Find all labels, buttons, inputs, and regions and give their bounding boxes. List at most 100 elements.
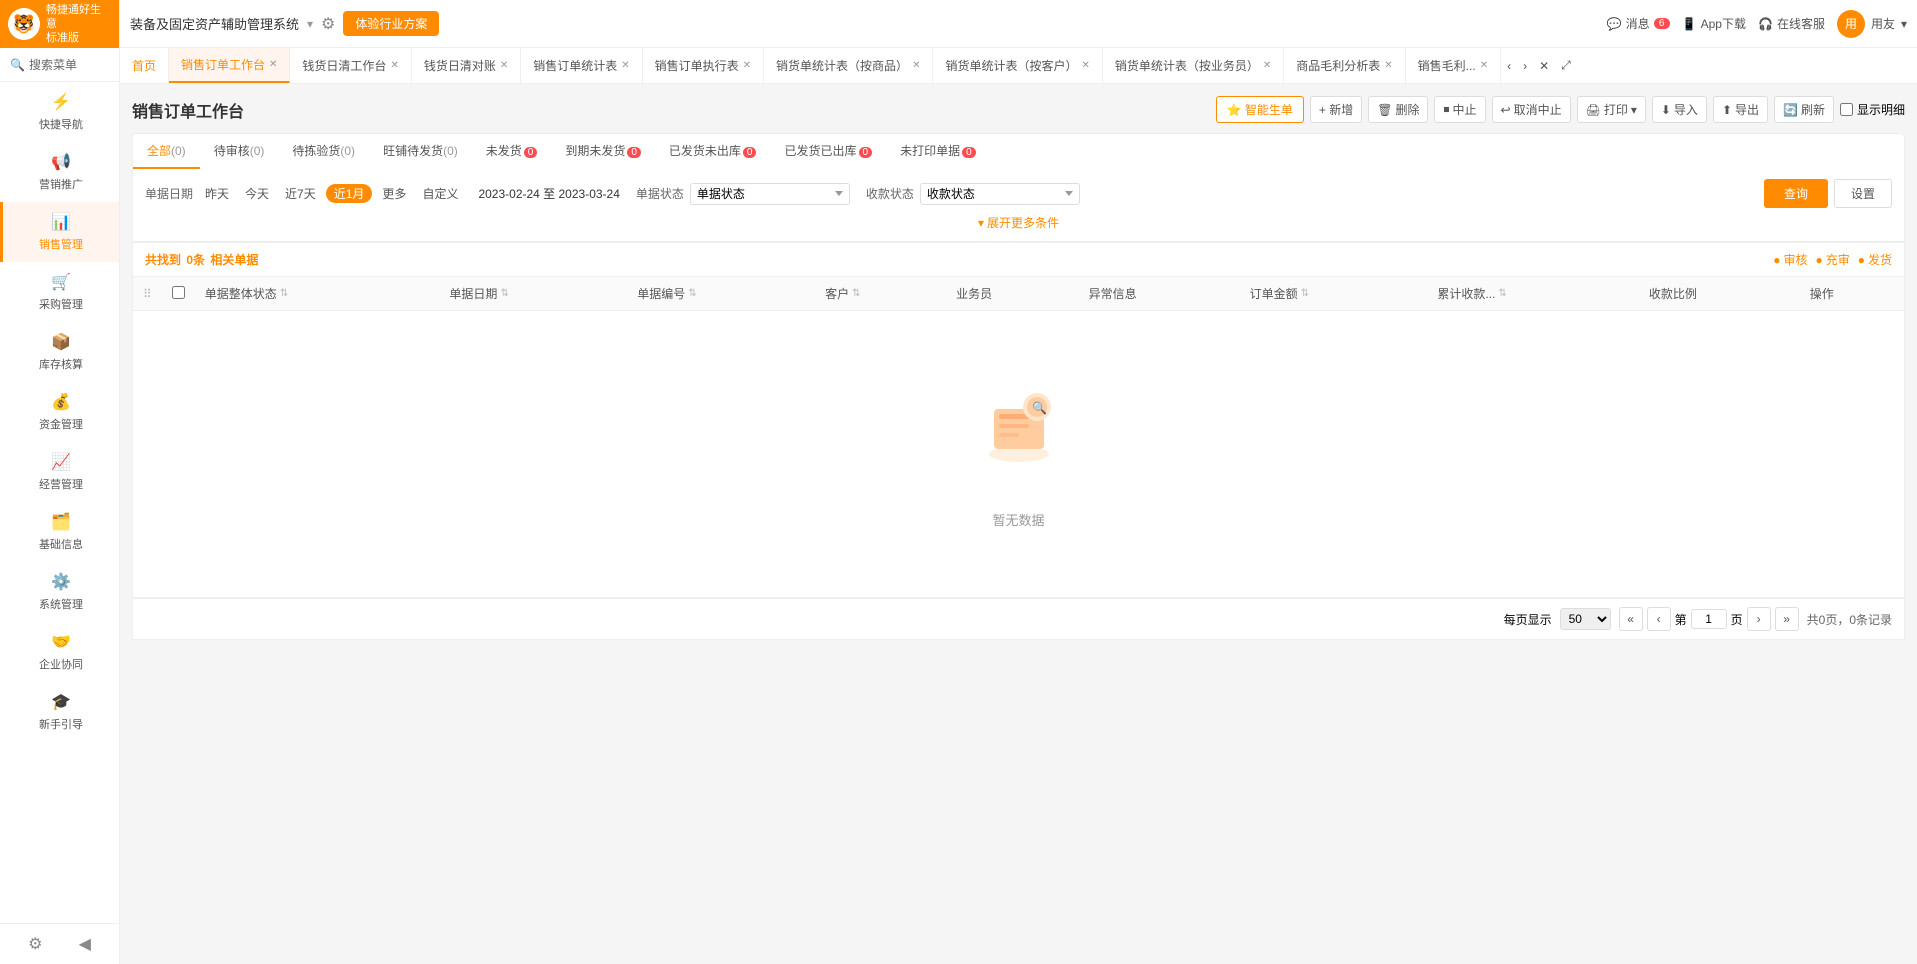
tab-sales-order[interactable]: 销售订单工作台 ✕ [169, 48, 290, 83]
payment-select[interactable]: 收款状态 [920, 183, 1080, 205]
sub-tab-wangpu[interactable]: 旺铺待发货(0) [369, 134, 472, 169]
sub-tab-all[interactable]: 全部(0) [133, 134, 200, 169]
review-btn[interactable]: ● 审核 [1773, 251, 1807, 268]
set-btn[interactable]: 设置 [1834, 179, 1892, 208]
user-menu[interactable]: 用 用友 ▾ [1837, 10, 1907, 38]
tab-margin-analysis[interactable]: 商品毛利分析表 ✕ [1284, 48, 1405, 83]
th-amount[interactable]: 订单金额⇅ [1240, 277, 1428, 311]
print-btn[interactable]: 🖨 打印 ▾ [1577, 96, 1646, 123]
sidebar-item-finance[interactable]: 💰 资金管理 [0, 382, 119, 442]
sidebar-item-sales[interactable]: 📊 销售管理 [0, 202, 119, 262]
export-btn[interactable]: ⬆ 导出 [1713, 96, 1768, 123]
collapse-icon[interactable]: ◀ [79, 934, 91, 954]
add-btn[interactable]: + 新增 [1310, 96, 1362, 123]
tab-sales-summary-staff[interactable]: 销货单统计表（按业务员） ✕ [1103, 48, 1284, 83]
tab-close-summary-staff[interactable]: ✕ [1263, 60, 1271, 71]
sidebar-item-system[interactable]: ⚙️ 系统管理 [0, 562, 119, 622]
sidebar-item-purchase[interactable]: 🛒 采购管理 [0, 262, 119, 322]
status-select[interactable]: 单据状态 [690, 183, 850, 205]
tab-close-summary-product[interactable]: ✕ [912, 60, 920, 71]
tab-close-summary-customer[interactable]: ✕ [1081, 60, 1089, 71]
date-more[interactable]: 更多 [376, 183, 412, 204]
sub-tab-expired[interactable]: 到期未发货0 [551, 134, 655, 169]
page-input[interactable] [1691, 609, 1727, 629]
sidebar-item-basic[interactable]: 🗂️ 基础信息 [0, 502, 119, 562]
content-inner: 销售订单工作台 ⭐ 智能生单 + 新增 🗑 删除 ⏹ 中止 [120, 84, 1917, 652]
table-area: 共找到 0条 相关单据 ● 审核 ● 充审 [132, 242, 1905, 640]
import-btn[interactable]: ⬇ 导入 [1652, 96, 1707, 123]
tab-sales-summary-customer[interactable]: 销货单统计表（按客户） ✕ [933, 48, 1102, 83]
page-next-btn[interactable]: › [1747, 607, 1771, 631]
sidebar-item-newbie[interactable]: 🎓 新手引导 [0, 682, 119, 742]
date-7days[interactable]: 近7天 [279, 183, 322, 204]
tab-close-cash-reconcile[interactable]: ✕ [500, 60, 508, 71]
tab-cash-reconcile[interactable]: 钱货日清对账 ✕ [412, 48, 521, 83]
page-prev-btn[interactable]: ‹ [1647, 607, 1671, 631]
sub-tab-not-printed[interactable]: 未打印单据0 [886, 134, 990, 169]
stop-btn[interactable]: ⏹ 中止 [1434, 96, 1485, 123]
sidebar-item-quick-nav[interactable]: ⚡ 快捷导航 [0, 82, 119, 142]
industry-btn[interactable]: 体验行业方案 [343, 11, 439, 36]
sub-tab-shipped-not-out[interactable]: 已发货未出库0 [655, 134, 771, 169]
page-first-btn[interactable]: « [1619, 607, 1643, 631]
select-all-checkbox[interactable] [172, 286, 185, 299]
sidebar-item-operation[interactable]: 📈 经营管理 [0, 442, 119, 502]
tab-close-margin[interactable]: ✕ [1384, 60, 1392, 71]
tab-sales-stat[interactable]: 销售订单统计表 ✕ [521, 48, 642, 83]
th-customer[interactable]: 客户⇅ [815, 277, 946, 311]
date-today[interactable]: 今天 [239, 183, 275, 204]
page-last-btn[interactable]: » [1775, 607, 1799, 631]
query-btn[interactable]: 查询 [1764, 179, 1828, 208]
tab-home[interactable]: 首页 [120, 48, 169, 83]
unreviewed-btn[interactable]: ● 充审 [1815, 251, 1849, 268]
gear-icon[interactable]: ⚙ [321, 14, 335, 34]
per-page-select[interactable]: 50 10 20 100 [1560, 608, 1611, 630]
sub-tab-shipped-out[interactable]: 已发货已出库0 [770, 134, 886, 169]
dropdown-arrow-icon[interactable]: ▾ [307, 17, 313, 31]
sidebar-item-inventory[interactable]: 📦 库存核算 [0, 322, 119, 382]
tab-sales-more[interactable]: 销售毛利... ✕ [1406, 48, 1501, 83]
tab-close-all[interactable]: ✕ [1533, 48, 1555, 83]
th-checkbox[interactable] [162, 277, 195, 311]
tab-close-cash-daily[interactable]: ✕ [390, 60, 398, 71]
date-custom[interactable]: 自定义 [416, 183, 464, 204]
th-status[interactable]: 单据整体状态⇅ [195, 277, 440, 311]
sidebar-search[interactable]: 🔍 搜索菜单 [0, 48, 119, 82]
show-detail-input[interactable] [1840, 103, 1853, 116]
sidebar-item-marketing[interactable]: 📢 营销推广 [0, 142, 119, 202]
result-count: 共找到 0条 相关单据 [145, 251, 258, 268]
message-btn[interactable]: 💬 消息 6 [1607, 15, 1670, 32]
th-number[interactable]: 单据编号⇅ [627, 277, 815, 311]
sidebar-item-coop[interactable]: 🤝 企业协同 [0, 622, 119, 682]
ship-btn[interactable]: ● 发货 [1858, 251, 1892, 268]
sub-tab-not-shipped[interactable]: 未发货0 [472, 134, 552, 169]
refresh-btn[interactable]: 🔄 刷新 [1774, 96, 1834, 123]
settings-bottom-icon[interactable]: ⚙ [28, 934, 42, 954]
sub-tab-pending-inspect[interactable]: 待拣验货(0) [278, 134, 369, 169]
expand-conditions-btn[interactable]: ▾ 展开更多条件 [978, 214, 1059, 231]
tab-sales-exec[interactable]: 销售订单执行表 ✕ [643, 48, 764, 83]
tab-sales-summary-product[interactable]: 销货单统计表（按商品） ✕ [764, 48, 933, 83]
tab-cash-daily[interactable]: 钱货日清工作台 ✕ [290, 48, 411, 83]
date-yesterday[interactable]: 昨天 [199, 183, 235, 204]
tab-close-sales-order[interactable]: ✕ [269, 59, 277, 70]
tab-fullscreen[interactable]: ⤢ [1555, 48, 1577, 83]
date-1month[interactable]: 近1月 [326, 184, 373, 203]
show-detail-checkbox[interactable]: 显示明细 [1840, 101, 1905, 118]
tab-close-sales-stat[interactable]: ✕ [621, 60, 629, 71]
cancel-stop-btn[interactable]: ↩ 取消中止 [1492, 96, 1571, 123]
app-download-btn[interactable]: 📱 App下载 [1682, 15, 1746, 32]
sort-collected-icon: ⇅ [1498, 288, 1506, 299]
tab-nav-prev[interactable]: ‹ [1501, 48, 1517, 83]
delete-btn[interactable]: 🗑 删除 [1368, 96, 1428, 123]
smart-gen-btn[interactable]: ⭐ 智能生单 [1216, 96, 1304, 123]
th-date[interactable]: 单据日期⇅ [439, 277, 627, 311]
online-service-btn[interactable]: 🎧 在线客服 [1758, 15, 1825, 32]
sidebar-item-label: 资金管理 [39, 416, 83, 432]
table-scroll[interactable]: ⠿ 单据整体状态⇅ 单据日期⇅ 单据编号⇅ 客户⇅ 业务员 异常信息 订单金额⇅… [133, 277, 1904, 598]
tab-close-more[interactable]: ✕ [1480, 60, 1488, 71]
sub-tab-pending-review[interactable]: 待审核(0) [200, 134, 279, 169]
tab-close-sales-exec[interactable]: ✕ [743, 60, 751, 71]
th-collected[interactable]: 累计收款...⇅ [1427, 277, 1639, 311]
tab-nav-next[interactable]: › [1517, 48, 1533, 83]
